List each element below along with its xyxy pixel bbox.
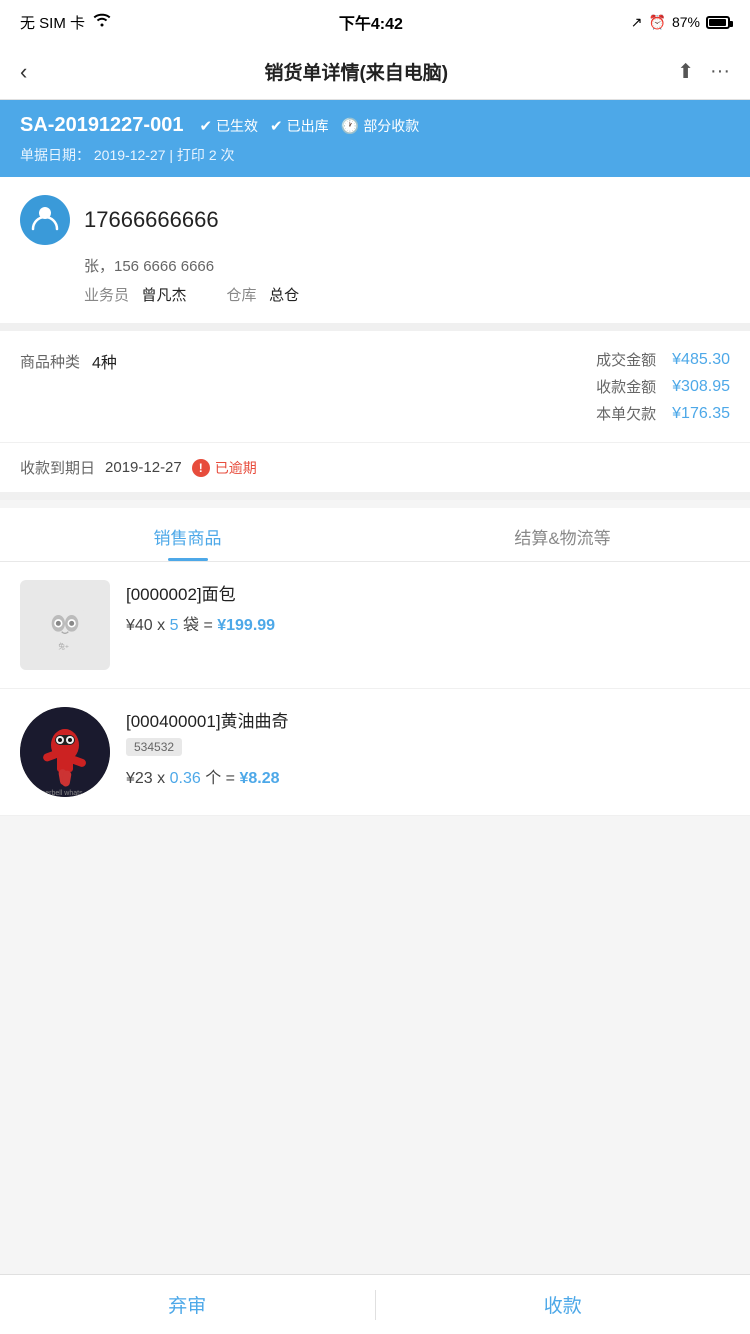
product-name-1: [0000002]面包	[126, 580, 730, 605]
customer-section: 17666666666 张，156 6666 6666 业务员 曾凡杰 仓库 总…	[0, 177, 750, 323]
status-partial-payment: 🕐 部分收款	[341, 116, 420, 136]
product-item-1: 兔+ [0000002]面包 ¥40 x 5 袋 = ¥199.99	[0, 562, 750, 689]
divider-1	[0, 323, 750, 331]
product-item-2: dinnerbell whats [000400001]黄油曲奇 534532 …	[0, 689, 750, 816]
product-name-2: [000400001]黄油曲奇	[126, 707, 730, 732]
collect-payment-button[interactable]: 收款	[376, 1281, 750, 1328]
tabs-row: 销售商品 结算&物流等	[0, 508, 750, 561]
staff-info: 业务员 曾凡杰	[84, 284, 187, 305]
location-icon: ↗	[631, 14, 643, 31]
battery-label: 87%	[672, 14, 700, 30]
page-title: 销货单详情(来自电脑)	[35, 58, 677, 85]
stats-section: 商品种类 4种 成交金额 ¥485.30 收款金额 ¥308.95 本单欠款 ¥…	[0, 331, 750, 442]
order-header: SA-20191227-001 ✔ 已生效 ✔ 已出库 🕐 部分收款 单据日期：…	[0, 100, 750, 177]
status-time: 下午4:42	[339, 10, 403, 34]
status-tags: ✔ 已生效 ✔ 已出库 🕐 部分收款	[199, 116, 419, 136]
tab-sales-products[interactable]: 销售商品	[0, 508, 375, 561]
nav-actions: ⬆ ···	[677, 59, 730, 84]
svg-text:dinnerbell whats: dinnerbell whats	[32, 790, 83, 797]
svg-text:兔+: 兔+	[58, 641, 69, 650]
carrier-label: 无 SIM 卡	[20, 12, 85, 33]
due-date-section: 收款到期日 2019-12-27 ! 已逾期	[0, 442, 750, 492]
product-badge-2: 534532	[126, 738, 182, 756]
wifi-icon	[93, 13, 111, 31]
order-id: SA-20191227-001	[20, 114, 183, 137]
alarm-icon: ⏰	[649, 14, 666, 31]
clock-icon: 🕐	[341, 117, 360, 135]
product-price-1: ¥40 x 5 袋 = ¥199.99	[126, 611, 730, 635]
divider-2	[0, 492, 750, 500]
overdue-icon: !	[192, 459, 210, 477]
amount-stats: 成交金额 ¥485.30 收款金额 ¥308.95 本单欠款 ¥176.35	[596, 349, 730, 424]
battery-icon	[706, 16, 730, 29]
nav-bar: ‹ 销货单详情(来自电脑) ⬆ ···	[0, 44, 750, 100]
product-price-2: ¥23 x 0.36 个 = ¥8.28	[126, 764, 730, 788]
product-image-1: 兔+	[20, 580, 110, 670]
abandon-review-button[interactable]: 弃审	[0, 1281, 375, 1328]
product-info-1: [0000002]面包 ¥40 x 5 袋 = ¥199.99	[126, 580, 730, 635]
check-icon-2: ✔	[270, 117, 283, 135]
person-icon	[31, 203, 59, 238]
status-effective: ✔ 已生效	[199, 116, 258, 136]
tab-settlement[interactable]: 结算&物流等	[375, 508, 750, 561]
tabs-section: 销售商品 结算&物流等	[0, 508, 750, 562]
status-delivered: ✔ 已出库	[270, 116, 329, 136]
product-info-2: [000400001]黄油曲奇 534532 ¥23 x 0.36 个 = ¥8…	[126, 707, 730, 788]
bottom-bar: 弃审 收款	[0, 1274, 750, 1334]
products-section: 兔+ [0000002]面包 ¥40 x 5 袋 = ¥199.99	[0, 562, 750, 816]
overdue-badge: ! 已逾期	[192, 458, 257, 478]
check-icon-1: ✔	[199, 117, 212, 135]
back-button[interactable]: ‹	[12, 51, 35, 93]
customer-phone: 17666666666	[84, 207, 219, 233]
deal-amount-row: 成交金额 ¥485.30	[596, 349, 730, 370]
warehouse-info: 仓库 总仓	[227, 284, 300, 305]
status-right: ↗ ⏰ 87%	[631, 14, 730, 31]
customer-meta: 业务员 曾凡杰 仓库 总仓	[84, 284, 730, 305]
debt-amount-row: 本单欠款 ¥176.35	[596, 403, 730, 424]
more-button[interactable]: ···	[710, 60, 730, 83]
stats-row: 商品种类 4种 成交金额 ¥485.30 收款金额 ¥308.95 本单欠款 ¥…	[20, 349, 730, 424]
product-placeholder-1: 兔+	[20, 580, 110, 670]
customer-avatar	[20, 195, 70, 245]
product-image-2: dinnerbell whats	[20, 707, 110, 797]
product-type-stat: 商品种类 4种	[20, 349, 117, 373]
status-bar: 无 SIM 卡 下午4:42 ↗ ⏰ 87%	[0, 0, 750, 44]
status-left: 无 SIM 卡	[20, 12, 111, 33]
customer-row: 17666666666	[20, 195, 730, 245]
customer-name-phone: 张，156 6666 6666	[84, 255, 730, 276]
bottom-spacer	[0, 816, 750, 886]
share-button[interactable]: ⬆	[677, 59, 694, 84]
order-date-line: 单据日期： 2019-12-27 | 打印 2 次	[20, 145, 730, 165]
received-amount-row: 收款金额 ¥308.95	[596, 376, 730, 397]
